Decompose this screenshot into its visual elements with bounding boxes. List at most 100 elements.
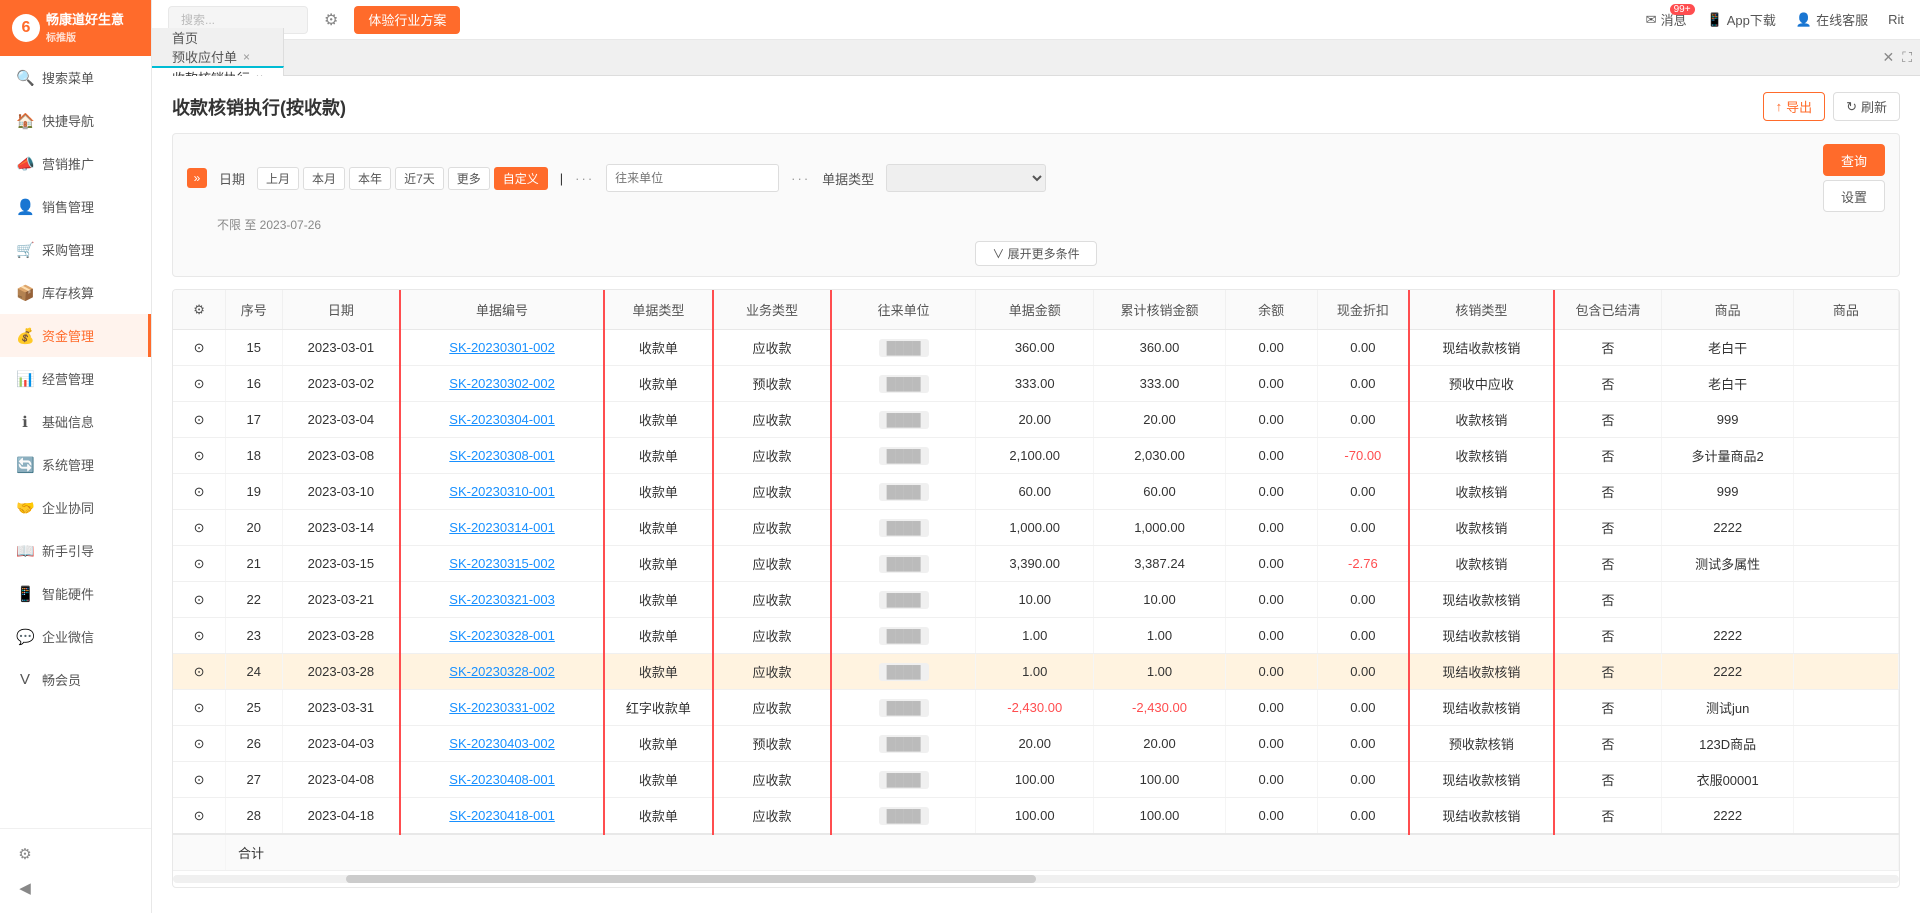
- th-settings[interactable]: ⚙: [173, 290, 226, 330]
- cell-settings[interactable]: ⊙: [173, 510, 226, 546]
- date-btn-more[interactable]: 更多: [448, 167, 490, 190]
- sidebar: 6 畅康道好生意 标推版 🔍 搜索菜单 🏠 快捷导航 📣 营销推广 👤 销售管理…: [0, 0, 152, 913]
- table-row: ⊙ 22 2023-03-21 SK-20230321-003 收款单 应收款 …: [173, 582, 1899, 618]
- tab-prepay[interactable]: 预收应付单×: [152, 47, 284, 66]
- cell-doc-type: 收款单: [604, 582, 713, 618]
- refresh-btn[interactable]: ↻ 刷新: [1833, 92, 1900, 121]
- topbar-gear-icon[interactable]: ⚙: [324, 10, 338, 30]
- sn-link[interactable]: SK-20230408-001: [449, 772, 555, 787]
- cell-settings[interactable]: ⊙: [173, 726, 226, 762]
- cell-balance: 0.00: [1225, 654, 1317, 690]
- sidebar-item-search[interactable]: 🔍 搜索菜单: [0, 56, 151, 99]
- sidebar-item-sales[interactable]: 👤 销售管理: [0, 185, 151, 228]
- cell-no: 15: [226, 330, 283, 366]
- cell-partner: ████: [831, 474, 975, 510]
- sidebar-item-marketing[interactable]: 📣 营销推广: [0, 142, 151, 185]
- cell-doc-type: 收款单: [604, 402, 713, 438]
- filter-expand-btn[interactable]: »: [187, 168, 207, 188]
- sidebar-item-enterprise[interactable]: 🤝 企业协同: [0, 486, 151, 529]
- online-service-btn[interactable]: 👤 在线客服: [1796, 10, 1868, 29]
- query-btn[interactable]: 查询: [1823, 144, 1885, 176]
- sn-link[interactable]: SK-20230331-002: [449, 700, 555, 715]
- cell-doc-type: 收款单: [604, 510, 713, 546]
- cell-balance: 0.00: [1225, 510, 1317, 546]
- messages-btn[interactable]: ✉ 消息 99+: [1646, 10, 1687, 29]
- date-btn-7days[interactable]: 近7天: [395, 167, 444, 190]
- cell-goods2: [1793, 618, 1898, 654]
- cell-settings[interactable]: ⊙: [173, 546, 226, 582]
- cell-settings[interactable]: ⊙: [173, 438, 226, 474]
- horizontal-scrollbar[interactable]: [173, 875, 1899, 883]
- app-download-btn[interactable]: 📱 App下载: [1707, 10, 1776, 29]
- sn-link[interactable]: SK-20230301-002: [449, 340, 555, 355]
- settings-icon: ⚙: [16, 845, 34, 863]
- user-info[interactable]: Rit: [1888, 12, 1904, 27]
- cell-incl-settled: 否: [1554, 546, 1662, 582]
- doc-type-select[interactable]: [886, 164, 1046, 192]
- cell-sn: SK-20230315-002: [400, 546, 604, 582]
- date-btn-last-month[interactable]: 上月: [257, 167, 299, 190]
- th-sn: 单据编号: [400, 290, 604, 330]
- cell-settings[interactable]: ⊙: [173, 690, 226, 726]
- sidebar-item-operations[interactable]: 📊 经营管理: [0, 357, 151, 400]
- sn-link[interactable]: SK-20230328-002: [449, 664, 555, 679]
- date-btn-custom[interactable]: 自定义: [494, 167, 548, 190]
- sn-link[interactable]: SK-20230310-001: [449, 484, 555, 499]
- date-filter-label: 日期: [219, 169, 245, 188]
- sn-link[interactable]: SK-20230308-001: [449, 448, 555, 463]
- cell-balance: 0.00: [1225, 330, 1317, 366]
- sidebar-item-basic[interactable]: ℹ 基础信息: [0, 400, 151, 443]
- scroll-thumb[interactable]: [346, 875, 1036, 883]
- cell-settings[interactable]: ⊙: [173, 474, 226, 510]
- cell-settings[interactable]: ⊙: [173, 762, 226, 798]
- date-btn-this-month[interactable]: 本月: [303, 167, 345, 190]
- tab-expand-icon[interactable]: ⛶: [1902, 49, 1912, 66]
- cell-incl-settled: 否: [1554, 762, 1662, 798]
- sn-link[interactable]: SK-20230302-002: [449, 376, 555, 391]
- sidebar-item-guide[interactable]: 📖 新手引导: [0, 529, 151, 572]
- cell-settings[interactable]: ⊙: [173, 582, 226, 618]
- cell-partner: ████: [831, 618, 975, 654]
- cell-discount: 0.00: [1317, 654, 1409, 690]
- cell-settings[interactable]: ⊙: [173, 366, 226, 402]
- sn-link[interactable]: SK-20230321-003: [449, 592, 555, 607]
- solution-btn[interactable]: 体验行业方案: [354, 6, 460, 34]
- sn-link[interactable]: SK-20230418-001: [449, 808, 555, 823]
- sidebar-item-hardware[interactable]: 📱 智能硬件: [0, 572, 151, 615]
- cell-settings[interactable]: ⊙: [173, 798, 226, 835]
- sn-link[interactable]: SK-20230328-001: [449, 628, 555, 643]
- sidebar-item-capital[interactable]: 💰 资金管理: [0, 314, 151, 357]
- cell-settings[interactable]: ⊙: [173, 654, 226, 690]
- sidebar-item-purchase[interactable]: 🛒 采购管理: [0, 228, 151, 271]
- cell-settings[interactable]: ⊙: [173, 402, 226, 438]
- cell-settings[interactable]: ⊙: [173, 618, 226, 654]
- sidebar-item-wechat[interactable]: 💬 企业微信: [0, 615, 151, 658]
- cell-discount: 0.00: [1317, 402, 1409, 438]
- sidebar-item-inventory[interactable]: 📦 库存核算: [0, 271, 151, 314]
- service-icon: 👤: [1796, 12, 1812, 28]
- sidebar-item-quicknav[interactable]: 🏠 快捷导航: [0, 99, 151, 142]
- cell-cumulative: 100.00: [1094, 798, 1225, 835]
- sidebar-item-member[interactable]: V 畅会员: [0, 658, 151, 701]
- sn-link[interactable]: SK-20230403-002: [449, 736, 555, 751]
- sidebar-item-system[interactable]: 🔄 系统管理: [0, 443, 151, 486]
- sn-link[interactable]: SK-20230304-001: [449, 412, 555, 427]
- sn-link[interactable]: SK-20230315-002: [449, 556, 555, 571]
- date-btn-this-year[interactable]: 本年: [349, 167, 391, 190]
- cell-settings[interactable]: ⊙: [173, 330, 226, 366]
- app-icon: 📱: [1707, 12, 1723, 28]
- filter-settings-btn[interactable]: 设置: [1823, 180, 1885, 212]
- sidebar-settings[interactable]: ⚙: [0, 837, 151, 871]
- cell-amount: -2,430.00: [976, 690, 1094, 726]
- tab-close-all-icon[interactable]: ✕: [1882, 49, 1894, 66]
- tab-home[interactable]: 首页: [152, 28, 284, 47]
- export-btn[interactable]: ↑ 导出: [1763, 92, 1826, 121]
- expand-more-btn[interactable]: ∨ 展开更多条件: [975, 241, 1096, 266]
- cell-partner: ████: [831, 366, 975, 402]
- sidebar-collapse[interactable]: ◀: [0, 871, 151, 905]
- partner-filter-input[interactable]: [606, 164, 779, 192]
- cell-cumulative: 100.00: [1094, 762, 1225, 798]
- tab-close-prepay[interactable]: ×: [243, 50, 250, 64]
- sn-link[interactable]: SK-20230314-001: [449, 520, 555, 535]
- partner-value: ████: [879, 555, 929, 573]
